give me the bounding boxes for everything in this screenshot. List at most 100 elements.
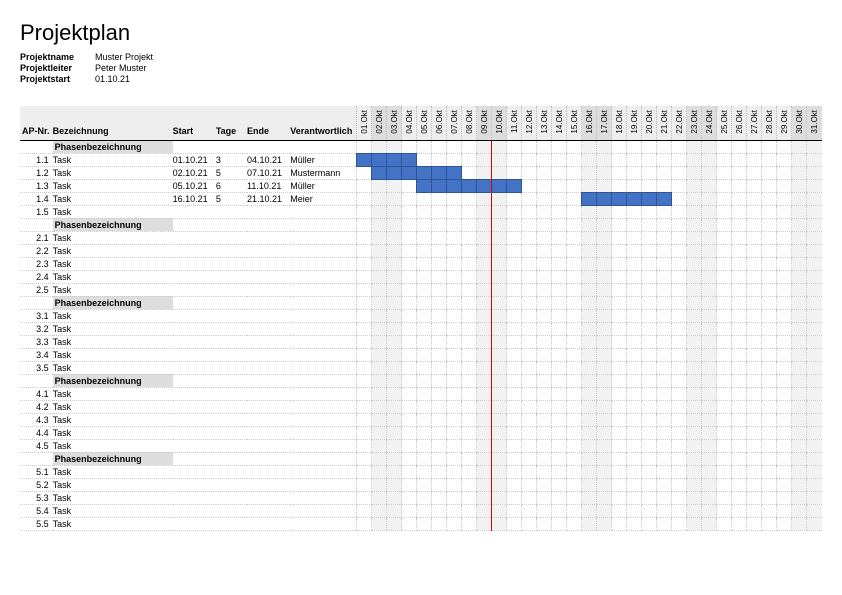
gantt-cell xyxy=(447,166,462,179)
gantt-cell xyxy=(537,192,552,205)
gantt-cell xyxy=(747,413,762,426)
gantt-cell xyxy=(687,465,702,478)
gantt-cell xyxy=(792,413,807,426)
gantt-cell xyxy=(447,283,462,296)
gantt-cell xyxy=(717,426,732,439)
gantt-cell xyxy=(732,348,747,361)
gantt-cell xyxy=(717,361,732,374)
gantt-cell xyxy=(357,153,372,166)
gantt-cell xyxy=(552,244,567,257)
cell-end xyxy=(247,413,290,426)
cell-name: Task xyxy=(53,153,173,166)
gantt-cell xyxy=(462,244,477,257)
task-row: 5.4Task xyxy=(20,504,822,517)
gantt-cell xyxy=(702,231,717,244)
gantt-cell xyxy=(447,244,462,257)
gantt-cell xyxy=(357,517,372,530)
cell-resp: Mustermann xyxy=(290,166,357,179)
gantt-cell xyxy=(672,413,687,426)
gantt-cell xyxy=(432,218,447,231)
gantt-cell xyxy=(792,309,807,322)
gantt-cell xyxy=(537,166,552,179)
cell-end xyxy=(247,465,290,478)
day-header: 07.Okt xyxy=(447,106,462,140)
gantt-cell xyxy=(762,283,777,296)
gantt-cell xyxy=(777,400,792,413)
gantt-cell xyxy=(552,400,567,413)
gantt-cell xyxy=(492,491,507,504)
gantt-cell xyxy=(567,426,582,439)
gantt-cell xyxy=(762,244,777,257)
gantt-cell xyxy=(807,166,822,179)
gantt-cell xyxy=(447,478,462,491)
gantt-cell xyxy=(477,517,492,530)
cell-days: 3 xyxy=(216,153,247,166)
gantt-cell xyxy=(357,465,372,478)
gantt-cell xyxy=(552,335,567,348)
cell-resp xyxy=(290,231,357,244)
gantt-cell xyxy=(762,439,777,452)
gantt-cell xyxy=(462,426,477,439)
gantt-cell xyxy=(507,283,522,296)
gantt-cell xyxy=(372,322,387,335)
gantt-cell xyxy=(717,244,732,257)
gantt-cell xyxy=(762,335,777,348)
cell-name: Task xyxy=(53,166,173,179)
cell-resp xyxy=(290,244,357,257)
day-header: 05.Okt xyxy=(417,106,432,140)
gantt-cell xyxy=(357,387,372,400)
gantt-cell xyxy=(807,517,822,530)
day-header: 18.Okt xyxy=(612,106,627,140)
cell-resp xyxy=(290,517,357,530)
gantt-cell xyxy=(672,192,687,205)
gantt-cell xyxy=(687,413,702,426)
cell-start xyxy=(173,270,216,283)
gantt-cell xyxy=(687,491,702,504)
gantt-cell xyxy=(807,465,822,478)
cell-end xyxy=(247,387,290,400)
gantt-cell xyxy=(762,361,777,374)
gantt-cell xyxy=(537,426,552,439)
gantt-cell xyxy=(747,374,762,387)
gantt-cell xyxy=(627,400,642,413)
gantt-cell xyxy=(462,153,477,166)
gantt-cell xyxy=(582,140,597,153)
gantt-cell xyxy=(387,452,402,465)
gantt-cell xyxy=(567,270,582,283)
gantt-cell xyxy=(612,231,627,244)
cell-end xyxy=(247,400,290,413)
gantt-cell xyxy=(582,335,597,348)
day-header: 06.Okt xyxy=(432,106,447,140)
gantt-cell xyxy=(402,491,417,504)
cell-end xyxy=(247,426,290,439)
cell-resp xyxy=(290,504,357,517)
task-row: 3.1Task xyxy=(20,309,822,322)
cell-start xyxy=(173,452,216,465)
gantt-cell xyxy=(747,179,762,192)
gantt-cell xyxy=(717,218,732,231)
gantt-cell xyxy=(747,452,762,465)
gantt-cell xyxy=(672,244,687,257)
gantt-cell xyxy=(552,205,567,218)
gantt-cell xyxy=(462,517,477,530)
gantt-cell xyxy=(792,361,807,374)
gantt-cell xyxy=(387,270,402,283)
gantt-cell xyxy=(672,465,687,478)
gantt-cell xyxy=(582,400,597,413)
gantt-cell xyxy=(702,257,717,270)
gantt-cell xyxy=(747,439,762,452)
gantt-cell xyxy=(612,491,627,504)
gantt-cell xyxy=(552,387,567,400)
gantt-cell xyxy=(717,283,732,296)
gantt-cell xyxy=(402,231,417,244)
cell-name: Task xyxy=(53,309,173,322)
gantt-cell xyxy=(687,218,702,231)
gantt-cell xyxy=(417,322,432,335)
gantt-cell xyxy=(792,179,807,192)
gantt-cell xyxy=(372,231,387,244)
gantt-cell xyxy=(492,257,507,270)
gantt-cell xyxy=(432,309,447,322)
gantt-cell xyxy=(762,270,777,283)
gantt-cell xyxy=(717,192,732,205)
cell-resp xyxy=(290,400,357,413)
